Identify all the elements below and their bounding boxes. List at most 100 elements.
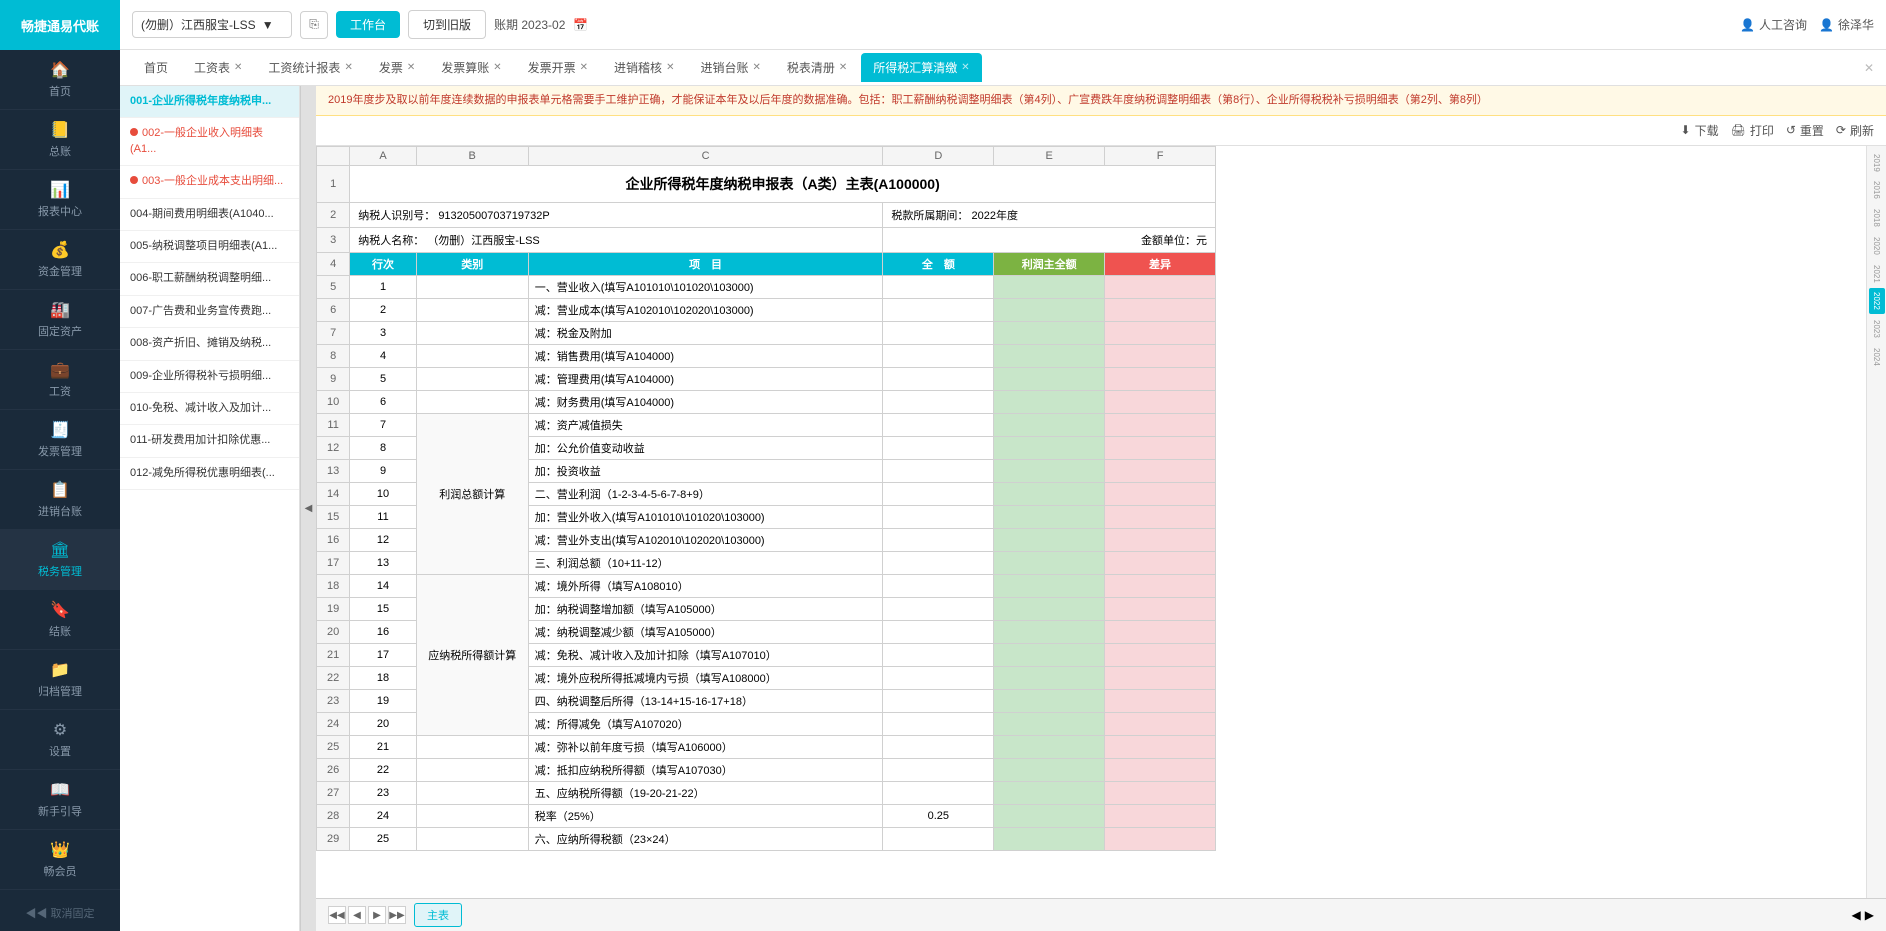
- left-panel-item-007[interactable]: 007-广告费和业务宣传费跑...: [120, 296, 299, 328]
- nav-tabs: 首页 工资表 ✕ 工资统计报表 ✕ 发票 ✕ 发票算账 ✕ 发票开票 ✕ 进销稽…: [120, 50, 1886, 86]
- year-2016[interactable]: 2016: [1869, 177, 1885, 203]
- row-num-3: 3: [317, 227, 350, 252]
- sidebar-item-invoice[interactable]: 🧾 发票管理: [0, 410, 120, 470]
- sidebar-item-close[interactable]: 🔖 结账: [0, 590, 120, 650]
- year-2019[interactable]: 2019: [1869, 150, 1885, 176]
- bottom-tab-main[interactable]: 主表: [414, 903, 462, 927]
- left-panel-item-003[interactable]: 003-一般企业成本支出明细...: [120, 166, 299, 198]
- refresh-button[interactable]: ⟳ 刷新: [1836, 122, 1874, 139]
- guide-icon: 📖: [50, 780, 70, 800]
- row-num-2: 2: [317, 202, 350, 227]
- spreadsheet-wrapper[interactable]: A B C D E F 1: [316, 146, 1866, 899]
- left-panel-item-008[interactable]: 008-资产折旧、摊销及纳税...: [120, 328, 299, 360]
- taxpayer-name-cell: 纳税人名称： （勿删）江西服宝-LSS: [350, 227, 883, 252]
- col-header-a: A: [350, 146, 417, 165]
- scroll-left-icon[interactable]: ◀: [1852, 908, 1861, 922]
- sidebar-item-archive[interactable]: 📁 归档管理: [0, 650, 120, 710]
- settings-icon: ⚙: [53, 720, 67, 740]
- copy-button[interactable]: ⎘: [300, 11, 328, 39]
- close-tab-sales-audit[interactable]: ✕: [666, 62, 674, 73]
- ai-consulting[interactable]: 👤 人工咨询: [1740, 16, 1807, 33]
- year-2023[interactable]: 2023: [1869, 316, 1885, 342]
- next-tab-arrow[interactable]: ▶▶: [388, 906, 406, 924]
- col-header-xingci: 行次: [350, 252, 417, 275]
- left-panel-item-009[interactable]: 009-企业所得税补亏损明细...: [120, 361, 299, 393]
- unpin-button[interactable]: ◀◀ 取消固定: [0, 895, 120, 931]
- prev-tab-arrow[interactable]: ◀◀: [328, 906, 346, 924]
- close-tab-invoice-calc[interactable]: ✕: [493, 62, 501, 73]
- prev-single-tab-arrow[interactable]: ◀: [348, 906, 366, 924]
- table-row: 10 6 减：财务费用(填写A104000): [317, 390, 1216, 413]
- left-panel-item-010[interactable]: 010-免税、减计收入及加计...: [120, 393, 299, 425]
- collapse-left-panel[interactable]: ◀: [300, 86, 316, 931]
- year-2021[interactable]: 2021: [1869, 261, 1885, 287]
- ai-icon: 👤: [1740, 18, 1755, 32]
- currency-cell: 金额单位：元: [883, 227, 1216, 252]
- tab-tax-list[interactable]: 税表清册 ✕: [775, 53, 859, 82]
- close-tab-payroll-stats[interactable]: ✕: [344, 62, 352, 73]
- year-2020[interactable]: 2020: [1869, 233, 1885, 259]
- sidebar-item-payroll[interactable]: 💼 工资: [0, 350, 120, 410]
- close-all-tabs[interactable]: ✕: [1864, 61, 1874, 75]
- left-panel-item-012[interactable]: 012-减免所得税优惠明细表(...: [120, 458, 299, 490]
- sidebar-item-guide[interactable]: 📖 新手引导: [0, 770, 120, 830]
- fund-icon: 💰: [50, 240, 70, 260]
- user-info[interactable]: 👤 徐泽华: [1819, 16, 1874, 33]
- col-header-leibie: 类别: [416, 252, 528, 275]
- workbench-button[interactable]: 工作台: [336, 11, 400, 38]
- col-header-c: C: [528, 146, 883, 165]
- sidebar-item-tax[interactable]: 🏛 税务管理: [0, 530, 120, 590]
- table-row: 6 2 减：营业成本(填写A102010\102020\103000): [317, 298, 1216, 321]
- tab-payroll-stats[interactable]: 工资统计报表 ✕: [256, 53, 364, 82]
- left-panel-item-006[interactable]: 006-职工薪酬纳税调整明细...: [120, 263, 299, 295]
- reset-button[interactable]: ↺ 重置: [1786, 122, 1824, 139]
- close-tab-payroll[interactable]: ✕: [234, 62, 242, 73]
- sidebar-item-settings[interactable]: ⚙ 设置: [0, 710, 120, 770]
- tab-invoice-calc[interactable]: 发票算账 ✕: [429, 53, 513, 82]
- col-header-lirun: 利润主全额: [994, 252, 1105, 275]
- sidebar-item-assets[interactable]: 🏭 固定资产: [0, 290, 120, 350]
- year-2024[interactable]: 2024: [1869, 344, 1885, 370]
- scroll-right-icon[interactable]: ▶: [1865, 908, 1874, 922]
- close-tab-tax-list[interactable]: ✕: [839, 62, 847, 73]
- left-panel-item-002[interactable]: 002-一般企业收入明细表(A1...: [120, 118, 299, 166]
- close-tab-invoice[interactable]: ✕: [407, 62, 415, 73]
- left-panel-item-011[interactable]: 011-研发费用加计扣除优惠...: [120, 425, 299, 457]
- print-button[interactable]: 🖨 打印: [1731, 122, 1774, 139]
- col-header-e: E: [994, 146, 1105, 165]
- left-panel-item-004[interactable]: 004-期间费用明细表(A1040...: [120, 199, 299, 231]
- col-header-chayi: 差异: [1105, 252, 1216, 275]
- left-panel-item-001[interactable]: 001-企业所得税年度纳税申...: [120, 86, 299, 118]
- tab-invoice-open[interactable]: 发票开票 ✕: [516, 53, 600, 82]
- tab-sales-audit[interactable]: 进销稽核 ✕: [602, 53, 686, 82]
- sidebar-item-member[interactable]: 👑 畅会员: [0, 830, 120, 890]
- sidebar-item-home[interactable]: 🏠 首页: [0, 50, 120, 110]
- sidebar-item-sales[interactable]: 📋 进销台账: [0, 470, 120, 530]
- year-2018[interactable]: 2018: [1869, 205, 1885, 231]
- download-button[interactable]: ⬇ 下载: [1681, 122, 1719, 139]
- tab-payroll[interactable]: 工资表 ✕: [182, 53, 254, 82]
- company-selector[interactable]: (勿删）江西服宝-LSS ▼: [132, 11, 292, 38]
- switch-old-button[interactable]: 切到旧版: [408, 10, 486, 39]
- tab-home[interactable]: 首页: [132, 53, 180, 82]
- member-icon: 👑: [50, 840, 70, 860]
- sidebar-item-fund[interactable]: 💰 资金管理: [0, 230, 120, 290]
- tab-invoice[interactable]: 发票 ✕: [367, 53, 427, 82]
- warning-bar: 2019年度步及取以前年度连续数据的申报表单元格需要手工维护正确，才能保证本年及…: [316, 86, 1886, 116]
- left-panel-item-005[interactable]: 005-纳税调整项目明细表(A1...: [120, 231, 299, 263]
- error-dot: [130, 128, 138, 136]
- sidebar-item-ledger[interactable]: 📒 总账: [0, 110, 120, 170]
- home-icon: 🏠: [50, 60, 70, 80]
- left-panel: 001-企业所得税年度纳税申... 002-一般企业收入明细表(A1... 00…: [120, 86, 300, 931]
- sidebar-item-reports[interactable]: 📊 报表中心: [0, 170, 120, 230]
- next-single-tab-arrow[interactable]: ▶: [368, 906, 386, 924]
- topbar: (勿删）江西服宝-LSS ▼ ⎘ 工作台 切到旧版 账期 2023-02 📅 👤…: [120, 0, 1886, 50]
- close-tab-sales-ledger[interactable]: ✕: [752, 62, 760, 73]
- tab-sales-ledger[interactable]: 进销台账 ✕: [688, 53, 772, 82]
- close-tab-income-tax[interactable]: ✕: [961, 62, 969, 73]
- close-tab-invoice-open[interactable]: ✕: [580, 62, 588, 73]
- year-2022[interactable]: 2022: [1869, 288, 1885, 314]
- tab-income-tax[interactable]: 所得税汇算清缴 ✕: [861, 53, 981, 82]
- content-area: 001-企业所得税年度纳税申... 002-一般企业收入明细表(A1... 00…: [120, 86, 1886, 931]
- print-icon: 🖨: [1731, 123, 1746, 137]
